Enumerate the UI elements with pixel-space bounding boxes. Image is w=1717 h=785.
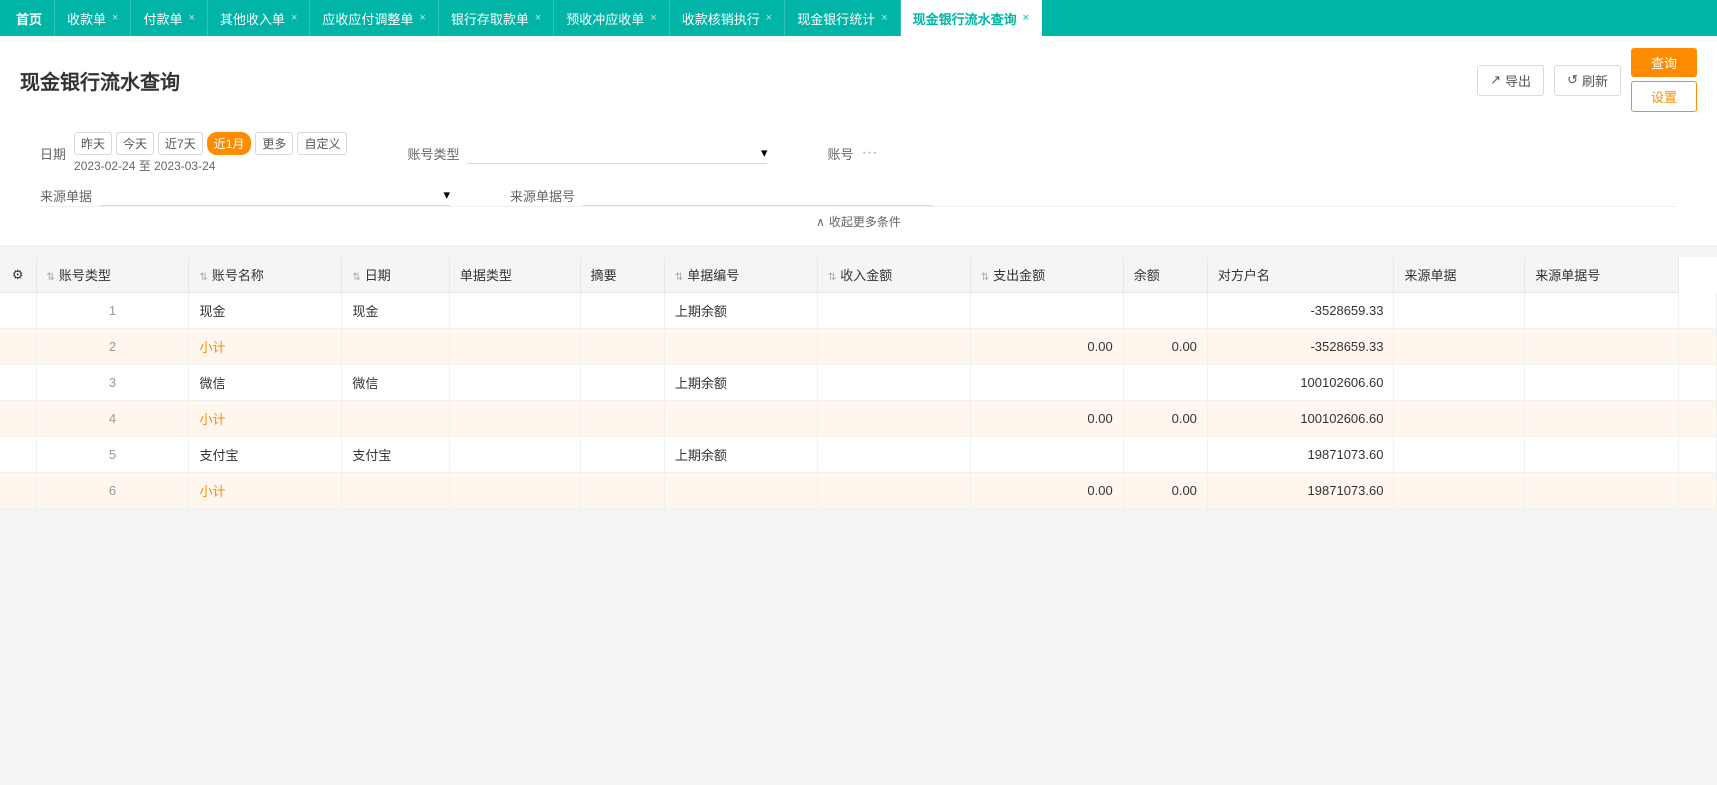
source-doc-no-label: 来源单据号 (510, 186, 575, 205)
nav-tab-ar-ap-adjust[interactable]: 应收应付调整单× (310, 0, 438, 36)
nav-tab-other-income[interactable]: 其他收入单× (208, 0, 310, 36)
col-income[interactable]: ⇅收入金额 (817, 257, 970, 293)
col-summary[interactable]: 摘要 (580, 257, 664, 293)
account-filter: 账号 ··· (827, 144, 877, 163)
date-yesterday[interactable]: 昨天 (74, 132, 112, 155)
export-icon: ↗ (1490, 72, 1501, 88)
close-icon[interactable]: × (881, 12, 887, 24)
source-doc-filter: 来源单据 ▾ (40, 185, 450, 206)
date-range: 2023-02-24 至 2023-03-24 (74, 157, 347, 174)
date-filter: 日期 昨天 今天 近7天 近1月 更多 自定义 2023-02-24 至 202… (40, 132, 347, 174)
date-today[interactable]: 今天 (116, 132, 154, 155)
nav-home-label: 首页 (16, 9, 42, 28)
account-label: 账号 (827, 144, 853, 163)
table-row[interactable]: 5支付宝支付宝上期余额19871073.60 (0, 437, 1717, 473)
date-7days[interactable]: 近7天 (158, 132, 203, 155)
row-number: 4 (36, 401, 189, 437)
export-button[interactable]: ↗ 导出 (1477, 65, 1544, 96)
row-number: 1 (36, 293, 189, 329)
close-icon[interactable]: × (112, 12, 118, 24)
col-expense[interactable]: ⇅支出金额 (970, 257, 1123, 293)
ellipsis-icon[interactable]: ··· (861, 144, 877, 162)
filter-area: 日期 昨天 今天 近7天 近1月 更多 自定义 2023-02-24 至 202… (20, 122, 1697, 246)
table-row[interactable]: 3微信微信上期余额100102606.60 (0, 365, 1717, 401)
date-1month[interactable]: 近1月 (207, 132, 252, 155)
row-gear (0, 293, 36, 329)
refresh-icon: ↺ (1567, 72, 1578, 88)
chevron-down-icon-2: ▾ (443, 187, 450, 203)
table-header-row: ⚙ ⇅账号类型 ⇅账号名称 ⇅日期 单据类型 摘要 ⇅单据编号 ⇅收入金额 ⇅支… (0, 257, 1717, 293)
close-icon[interactable]: × (291, 12, 297, 24)
nav-tab-advance[interactable]: 预收冲应收单× (554, 0, 669, 36)
source-doc-label: 来源单据 (40, 186, 92, 205)
close-icon[interactable]: × (535, 12, 541, 24)
account-type-select[interactable]: ▾ (467, 143, 767, 164)
table-row[interactable]: 1现金现金上期余额-3528659.33 (0, 293, 1717, 329)
page-header: 现金银行流水查询 ↗ 导出 ↺ 刷新 查询 设置 日期 昨天 (0, 36, 1717, 247)
nav-tab-payments[interactable]: 付款单× (131, 0, 207, 36)
close-icon[interactable]: × (766, 12, 772, 24)
nav-home[interactable]: 首页 (4, 0, 55, 36)
collapse-button[interactable]: ∧ 收起更多条件 (40, 206, 1677, 236)
nav-tab-bank-deposit[interactable]: 银行存取款单× (439, 0, 554, 36)
row-gear (0, 473, 36, 509)
top-nav: 首页 收款单× 付款单× 其他收入单× 应收应付调整单× 银行存取款单× 预收冲… (0, 0, 1717, 36)
table-row[interactable]: 2小计0.000.00-3528659.33 (0, 329, 1717, 365)
chevron-down-icon: ▾ (761, 145, 768, 161)
col-doc-no[interactable]: ⇅单据编号 (664, 257, 817, 293)
col-account-name[interactable]: ⇅账号名称 (189, 257, 342, 293)
source-doc-no-filter: 来源单据号 (510, 184, 933, 206)
date-label: 日期 (40, 144, 66, 163)
date-shortcuts: 昨天 今天 近7天 近1月 更多 自定义 (74, 132, 347, 155)
col-account-type[interactable]: ⇅账号类型 (36, 257, 189, 293)
gear-header: ⚙ (0, 257, 36, 293)
nav-tab-cash-stat[interactable]: 现金银行统计× (785, 0, 900, 36)
row-number: 6 (36, 473, 189, 509)
nav-tab-receipts[interactable]: 收款单× (55, 0, 131, 36)
table-row[interactable]: 6小计0.000.0019871073.60 (0, 473, 1717, 509)
gear-icon[interactable]: ⚙ (12, 267, 24, 282)
close-icon[interactable]: × (650, 12, 656, 24)
row-gear (0, 401, 36, 437)
collapse-label: 收起更多条件 (829, 213, 901, 230)
data-table: ⚙ ⇅账号类型 ⇅账号名称 ⇅日期 单据类型 摘要 ⇅单据编号 ⇅收入金额 ⇅支… (0, 257, 1717, 509)
row-gear (0, 365, 36, 401)
col-balance[interactable]: 余额 (1123, 257, 1207, 293)
nav-tab-cash-flow[interactable]: 现金银行流水查询× (901, 0, 1042, 36)
close-icon[interactable]: × (419, 12, 425, 24)
settings-button[interactable]: 设置 (1631, 81, 1697, 112)
row-gear (0, 329, 36, 365)
row-gear (0, 437, 36, 473)
date-custom[interactable]: 自定义 (297, 132, 347, 155)
query-button[interactable]: 查询 (1631, 48, 1697, 77)
table-container: ⚙ ⇅账号类型 ⇅账号名称 ⇅日期 单据类型 摘要 ⇅单据编号 ⇅收入金额 ⇅支… (0, 257, 1717, 509)
refresh-button[interactable]: ↺ 刷新 (1554, 65, 1621, 96)
col-date[interactable]: ⇅日期 (342, 257, 449, 293)
table-row[interactable]: 4小计0.000.00100102606.60 (0, 401, 1717, 437)
chevron-up-icon: ∧ (816, 215, 825, 229)
date-more[interactable]: 更多 (255, 132, 293, 155)
row-number: 2 (36, 329, 189, 365)
col-counterpart[interactable]: 对方户名 (1207, 257, 1394, 293)
header-actions: ↗ 导出 ↺ 刷新 查询 设置 (1477, 48, 1697, 112)
source-doc-no-input[interactable] (583, 184, 933, 206)
row-number: 3 (36, 365, 189, 401)
col-source-doc[interactable]: 来源单据 (1394, 257, 1525, 293)
close-icon[interactable]: × (188, 12, 194, 24)
col-source-doc-no[interactable]: 来源单据号 (1525, 257, 1679, 293)
source-doc-select[interactable]: ▾ (100, 185, 450, 206)
col-doc-type[interactable]: 单据类型 (449, 257, 580, 293)
page-title: 现金银行流水查询 (20, 66, 180, 95)
row-number: 5 (36, 437, 189, 473)
account-type-label: 账号类型 (407, 144, 459, 163)
close-icon[interactable]: × (1023, 12, 1029, 24)
nav-tab-verify[interactable]: 收款核销执行× (670, 0, 785, 36)
account-type-filter: 账号类型 ▾ (407, 143, 767, 164)
